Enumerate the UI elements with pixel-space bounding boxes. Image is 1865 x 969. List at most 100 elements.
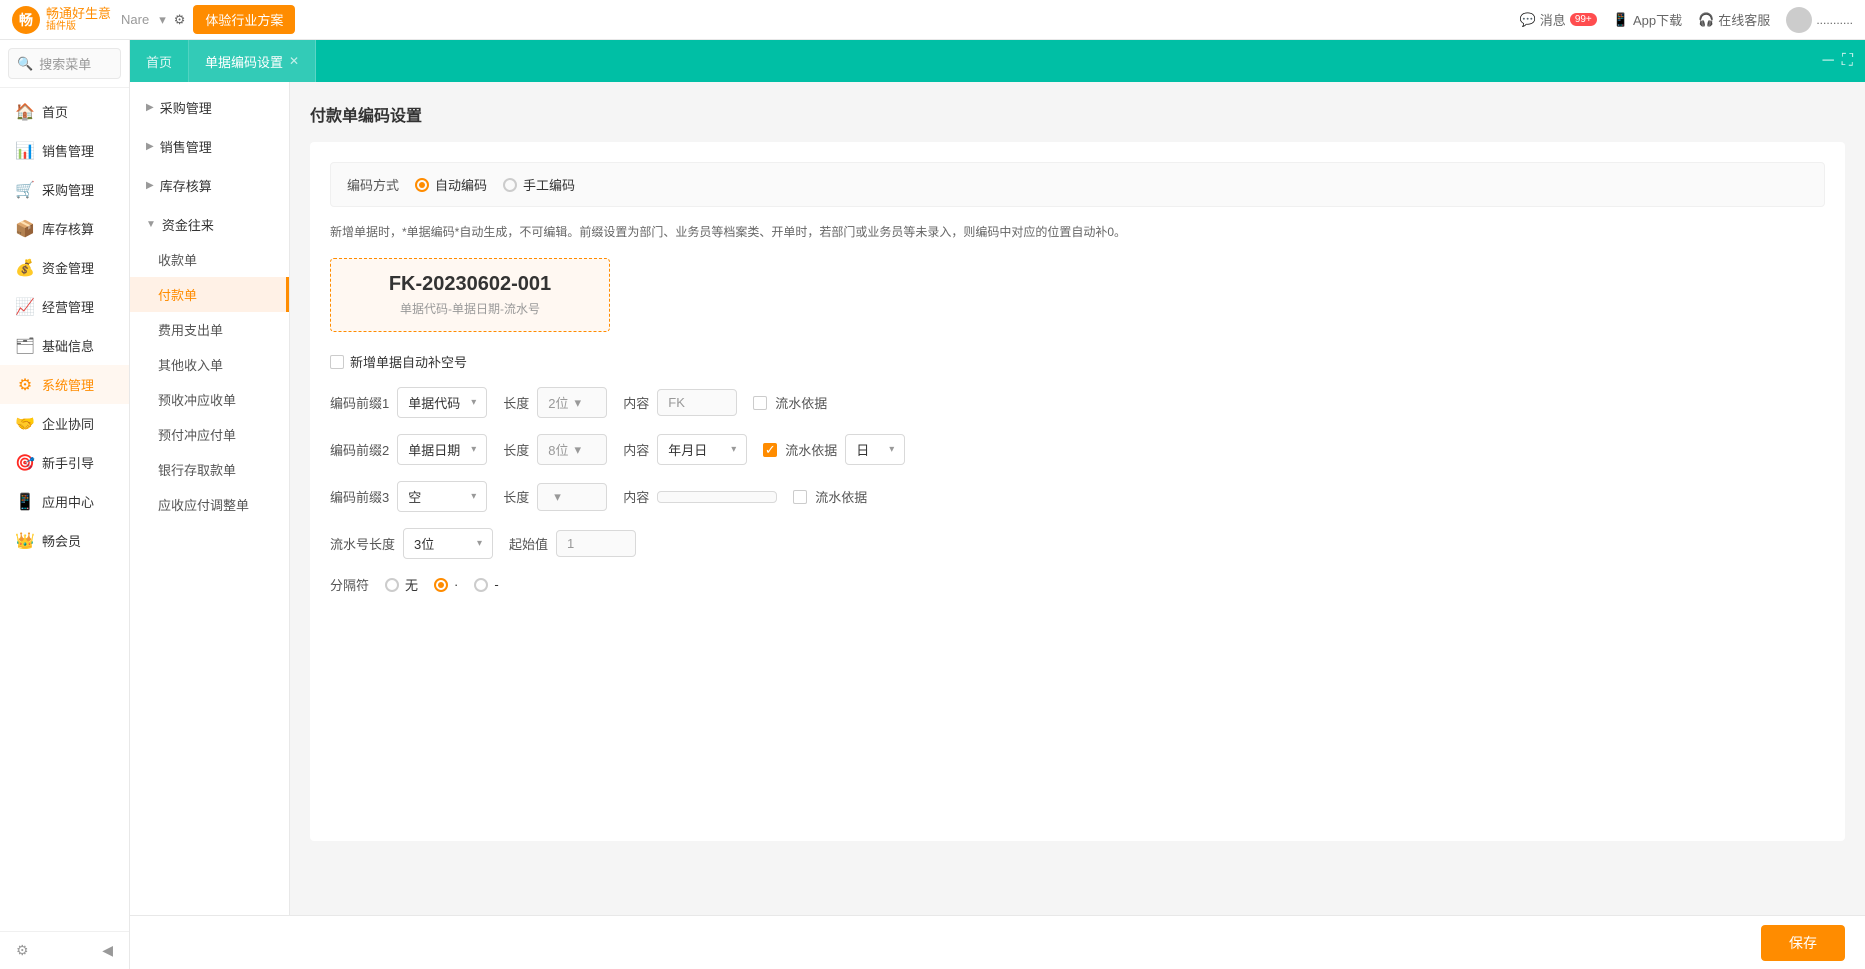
sidebar: 🔍 搜索菜单 🏠 首页 📊 销售管理 🛒 采购管理 📦 库存核算 💰 [0,40,130,969]
minimize-icon[interactable]: ─ [1822,52,1833,70]
sales-icon: 📊 [16,142,34,160]
prefix3-field: 编码前缀3 空 ▾ [330,481,487,512]
start-value-field: 起始值 1 [509,530,636,557]
sidebar-item-inventory[interactable]: 📦 库存核算 [0,209,129,248]
sep-dot-option[interactable]: · [434,577,458,592]
top-bar-left: 畅 畅通好生意 插件版 Nare ▾ ⚙ 体验行业方案 [12,5,295,34]
save-button[interactable]: 保存 [1761,925,1845,961]
sub-header-finance[interactable]: ▼ 资金往来 [130,207,289,242]
sub-header-sales[interactable]: ▶ 销售管理 [130,129,289,164]
length2-select[interactable]: 8位 ▾ [537,434,607,465]
radio-manual-circle [503,178,517,192]
app-logo: 畅 畅通好生意 插件版 [12,6,111,34]
auto-fill-checkbox-box [330,355,344,369]
code-preview-desc: 单据代码-单据日期-流水号 [355,300,585,317]
collapse-icon[interactable]: ◀ [102,942,113,959]
start-value-input[interactable]: 1 [556,530,636,557]
sidebar-item-system[interactable]: ⚙ 系统管理 [0,365,129,404]
serial-length-arrow: ▾ [477,538,482,549]
sep-none-option[interactable]: 无 [385,575,418,594]
logo-icon: 畅 [12,6,40,34]
sidebar-item-guide[interactable]: 🎯 新手引导 [0,443,129,482]
user-profile[interactable]: ........... [1786,7,1853,33]
sep-dot-radio [434,578,448,592]
sub-item-other-income[interactable]: 其他收入单 [130,347,289,382]
sidebar-item-sales[interactable]: 📊 销售管理 [0,131,129,170]
sidebar-item-member[interactable]: 👑 畅会员 [0,521,129,560]
sidebar-item-purchase[interactable]: 🛒 采购管理 [0,170,129,209]
chevron-down-icon[interactable]: ▾ [159,12,166,28]
flow3-label: 流水依据 [815,487,867,506]
prefix2-select[interactable]: 单据日期 ▾ [397,434,487,465]
sub-group-purchase: ▶ 采购管理 [130,90,289,125]
sub-sidebar: ▶ 采购管理 ▶ 销售管理 ▶ 库存核算 [130,82,290,915]
sidebar-item-ops[interactable]: 📈 经营管理 [0,287,129,326]
sep-dash-radio [474,578,488,592]
prefix2-arrow: ▾ [471,444,476,455]
sub-header-inventory[interactable]: ▶ 库存核算 [130,168,289,203]
serial-row: 流水号长度 3位 ▾ 起始值 1 [330,528,1825,559]
tab-close-icon[interactable]: ✕ [289,54,299,68]
prefix1-field: 编码前缀1 单据代码 ▾ [330,387,487,418]
content1-input: FK [657,389,737,416]
radio-auto[interactable]: 自动编码 [415,175,487,194]
length3-arrow: ▾ [554,489,561,505]
sub-item-payment[interactable]: 付款单 [130,277,289,312]
sidebar-item-base[interactable]: 🗂 基础信息 [0,326,129,365]
settings-icon[interactable]: ⚙ [174,12,186,28]
sub-item-bank[interactable]: 银行存取款单 [130,452,289,487]
message-action[interactable]: 💬 消息 99+ [1520,10,1597,29]
length3-select[interactable]: ▾ [537,483,607,511]
length2-arrow: ▾ [574,442,581,458]
sidebar-item-apps[interactable]: 📱 应用中心 [0,482,129,521]
content-area: 首页 单据编码设置 ✕ ─ ⛶ ▶ 采购管理 [130,40,1865,969]
sep-options: 无 · - [385,575,499,594]
sidebar-search: 🔍 搜索菜单 [0,40,129,88]
serial-length-field: 流水号长度 3位 ▾ [330,528,493,559]
sub-item-advance-offset[interactable]: 预付冲应付单 [130,417,289,452]
online-service-action[interactable]: 🎧 在线客服 [1698,10,1770,29]
trial-button[interactable]: 体验行业方案 [193,5,295,34]
app-download-action[interactable]: 📱 App下载 [1613,10,1682,29]
sub-header-purchase[interactable]: ▶ 采购管理 [130,90,289,125]
sub-item-expense[interactable]: 费用支出单 [130,312,289,347]
top-bar-controls: ▾ ⚙ 体验行业方案 [159,5,295,34]
auto-fill-checkbox[interactable]: 新增单据自动补空号 [330,352,1825,371]
search-icon: 🔍 [17,56,33,72]
prefix1-select[interactable]: 单据代码 ▾ [397,387,487,418]
sub-item-receipt[interactable]: 收款单 [130,242,289,277]
tab-doc-encode[interactable]: 单据编码设置 ✕ [189,40,316,82]
base-icon: 🗂 [16,337,34,355]
flow3-checkbox[interactable] [793,490,807,504]
radio-manual[interactable]: 手工编码 [503,175,575,194]
length1-select[interactable]: 2位 ▾ [537,387,607,418]
flow2-checkbox[interactable]: ✓ [763,443,777,457]
message-icon: 💬 [1520,12,1536,28]
sub-item-adjust[interactable]: 应收应付调整单 [130,487,289,522]
settings-footer-icon[interactable]: ⚙ [16,942,29,959]
prefix2-label: 编码前缀2 [330,440,389,459]
encode-row-3: 编码前缀3 空 ▾ 长度 ▾ [330,481,1825,512]
prefix3-select[interactable]: 空 ▾ [397,481,487,512]
search-button[interactable]: 🔍 搜索菜单 [8,48,121,79]
length1-field: 长度 2位 ▾ [503,387,607,418]
flow2-unit-select[interactable]: 日 ▾ [845,434,905,465]
content2-select[interactable]: 年月日 ▾ [657,434,747,465]
flow1-checkbox[interactable] [753,396,767,410]
sidebar-item-finance[interactable]: 💰 资金管理 [0,248,129,287]
tab-home[interactable]: 首页 [130,40,189,82]
flow1-label: 流水依据 [775,393,827,412]
sep-dash-option[interactable]: - [474,577,498,592]
serial-length-select[interactable]: 3位 ▾ [403,528,493,559]
sidebar-footer: ⚙ ◀ [0,931,129,969]
maximize-icon[interactable]: ⛶ [1842,52,1853,70]
separator-row: 分隔符 无 · - [330,575,1825,594]
breadcrumb: Nare [121,12,149,27]
arrow-right-icon2: ▶ [146,141,154,152]
length2-label: 长度 [503,440,529,459]
sidebar-item-home[interactable]: 🏠 首页 [0,92,129,131]
encode-radio-group: 自动编码 手工编码 [415,175,575,194]
sub-item-prepay-offset[interactable]: 预收冲应收单 [130,382,289,417]
sidebar-item-corp[interactable]: 🤝 企业协同 [0,404,129,443]
tab-bar-actions: ─ ⛶ [1822,40,1865,82]
